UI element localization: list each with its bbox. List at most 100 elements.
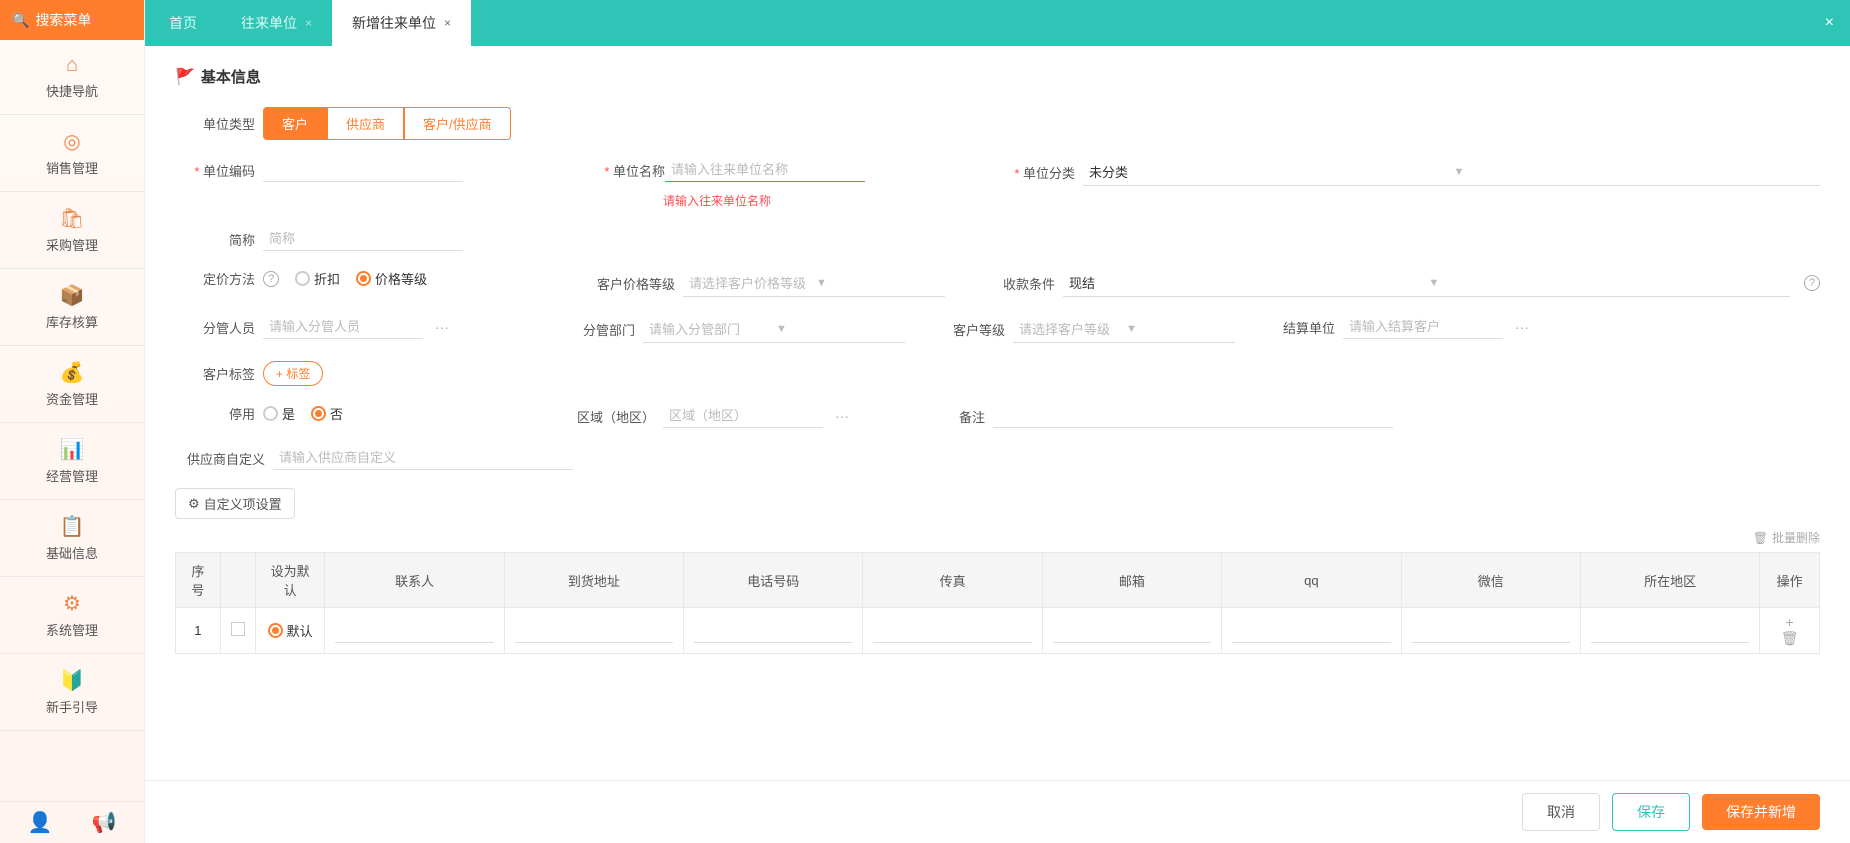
tab-partners[interactable]: 往来单位 × [221, 0, 332, 46]
window-close-button[interactable]: × [1809, 14, 1850, 32]
region-input[interactable] [663, 404, 823, 428]
manager-input[interactable] [263, 315, 423, 339]
unit-category-field: 单位分类 未分类 ▼ [995, 158, 1820, 186]
search-menu-button[interactable]: 🔍 搜索菜单 [0, 0, 144, 40]
basics-icon: 📋 [60, 514, 85, 539]
unit-type-buttons: 客户 供应商 客户/供应商 [263, 107, 511, 140]
tab-home-label: 首页 [169, 13, 197, 33]
user-icon[interactable]: 👤 [28, 810, 53, 835]
supplier-custom-field: 供应商自定义 [175, 446, 675, 470]
unit-code-field: 单位编码 000009 [175, 158, 555, 182]
unit-type-field: 单位类型 客户 供应商 客户/供应商 [175, 107, 675, 140]
tab-home[interactable]: 首页 [145, 0, 221, 46]
sidebar-item-operations[interactable]: 📊 经营管理 [0, 423, 144, 500]
region-more-btn[interactable]: ··· [831, 408, 853, 424]
customer-tag-label: 客户标签 [175, 364, 255, 383]
default-radio-circle [268, 623, 283, 638]
disabled-radio-group: 是 否 [263, 404, 343, 423]
tab-new-partner[interactable]: 新增往来单位 × [332, 0, 471, 46]
col-checkbox [220, 553, 255, 608]
sidebar-item-inventory[interactable]: 📦 库存核算 [0, 269, 144, 346]
unit-category-select[interactable]: 未分类 ▼ [1083, 158, 1820, 186]
inventory-icon: 📦 [60, 283, 85, 308]
customer-level-select[interactable]: 请选择客户等级 ▼ [1013, 315, 1235, 343]
save-button[interactable]: 保存 [1612, 793, 1690, 831]
settlement-unit-field: 结算单位 ··· [1265, 315, 1820, 339]
settlement-unit-more-btn[interactable]: ··· [1511, 319, 1533, 335]
payment-terms-help-icon[interactable]: ? [1804, 275, 1820, 291]
supplier-custom-input[interactable] [273, 446, 573, 470]
sidebar-item-label: 库存核算 [46, 312, 98, 331]
payment-terms-chevron: ▼ [1429, 277, 1785, 289]
sidebar-item-guide[interactable]: 🔰 新手引导 [0, 654, 144, 731]
customer-level-chevron: ▼ [1126, 323, 1229, 335]
custom-settings-button[interactable]: ⚙ 自定义项设置 [175, 488, 295, 519]
add-tag-button[interactable]: + 标签 [263, 361, 323, 386]
pricing-radio-discount[interactable]: 折扣 [295, 269, 340, 288]
notification-icon[interactable]: 📢 [92, 810, 117, 835]
form-content: 🚩 基本信息 单位类型 客户 供应商 客户/供应商 单位编码 000009 [145, 46, 1850, 780]
manager-label: 分管人员 [175, 318, 255, 337]
cell-wechat[interactable] [1401, 608, 1580, 654]
unit-code-input[interactable]: 000009 [263, 158, 463, 182]
cell-fax[interactable] [863, 608, 1042, 654]
supplier-custom-label: 供应商自定义 [175, 449, 265, 468]
department-select[interactable]: 请输入分管部门 ▼ [643, 315, 905, 343]
settlement-unit-input[interactable] [1343, 315, 1503, 339]
save-new-button[interactable]: 保存并新增 [1702, 794, 1820, 830]
cell-phone[interactable] [684, 608, 863, 654]
section-basic-info: 🚩 基本信息 [175, 66, 1820, 87]
pricing-radio-level[interactable]: 价格等级 [356, 269, 427, 288]
sidebar-item-system[interactable]: ⚙ 系统管理 [0, 577, 144, 654]
default-radio-label: 默认 [287, 621, 313, 640]
region-field: 区域（地区） ··· [565, 404, 905, 428]
unit-code-row: 单位编码 000009 单位名称 请输入往来单位名称 单位分类 未分类 ▼ [175, 158, 1820, 209]
search-menu-label: 搜索菜单 [35, 10, 91, 30]
cell-qq[interactable] [1222, 608, 1402, 654]
cell-email[interactable] [1042, 608, 1221, 654]
customer-price-level-label: 客户价格等级 [585, 274, 675, 293]
cell-contact[interactable] [325, 608, 504, 654]
disabled-radio-yes[interactable]: 是 [263, 404, 295, 423]
unit-name-input[interactable] [665, 158, 865, 182]
pricing-radio-group: 折扣 价格等级 [295, 269, 427, 288]
row-add-button[interactable]: + [1783, 614, 1797, 630]
cell-region[interactable] [1580, 608, 1759, 654]
cell-address[interactable] [504, 608, 683, 654]
manager-more-btn[interactable]: ··· [431, 319, 453, 335]
sidebar-item-label: 采购管理 [46, 235, 98, 254]
sidebar-item-quick-nav[interactable]: ⌂ 快捷导航 [0, 40, 144, 115]
cancel-button[interactable]: 取消 [1522, 793, 1600, 831]
sidebar-item-purchase[interactable]: 🛍 采购管理 [0, 192, 144, 269]
batch-delete-button[interactable]: 🗑 批量删除 [1753, 529, 1820, 546]
pricing-help-icon[interactable]: ? [263, 271, 279, 287]
cell-checkbox[interactable] [220, 608, 255, 654]
sidebar-item-finance[interactable]: 💰 资金管理 [0, 346, 144, 423]
remark-input[interactable] [993, 404, 1393, 428]
type-btn-both[interactable]: 客户/供应商 [404, 107, 511, 140]
customer-level-label: 客户等级 [935, 320, 1005, 339]
short-name-input[interactable] [263, 227, 463, 251]
batch-delete-icon: 🗑 [1753, 531, 1768, 545]
tab-bar: 首页 往来单位 × 新增往来单位 × × [145, 0, 1850, 46]
type-btn-supplier[interactable]: 供应商 [327, 107, 404, 140]
sidebar-item-label: 资金管理 [46, 389, 98, 408]
disabled-radio-no[interactable]: 否 [311, 404, 343, 423]
manager-field: 分管人员 ··· [175, 315, 535, 339]
section-title-text: 基本信息 [201, 66, 261, 87]
payment-terms-select[interactable]: 现结 ▼ [1063, 269, 1790, 297]
disabled-row: 停用 是 否 区域（地区） ··· [175, 404, 1820, 428]
sidebar-item-sales[interactable]: ◎ 销售管理 [0, 115, 144, 192]
cell-default-radio[interactable]: 默认 [266, 621, 315, 640]
row-delete-button[interactable]: 🗑 [1778, 630, 1802, 647]
sidebar-item-basics[interactable]: 📋 基础信息 [0, 500, 144, 577]
disabled-radio-yes-circle [263, 406, 278, 421]
cell-index: 1 [176, 608, 221, 654]
tab-partners-close[interactable]: × [305, 16, 312, 30]
pricing-row: 定价方法 ? 折扣 价格等级 客户价格等级 请选择客户价格等级 [175, 269, 1820, 297]
unit-code-label: 单位编码 [175, 161, 255, 180]
type-btn-customer[interactable]: 客户 [263, 107, 327, 140]
tab-new-partner-close[interactable]: × [444, 16, 451, 30]
customer-price-level-select[interactable]: 请选择客户价格等级 ▼ [683, 269, 945, 297]
settings-gear-icon: ⚙ [188, 496, 200, 512]
